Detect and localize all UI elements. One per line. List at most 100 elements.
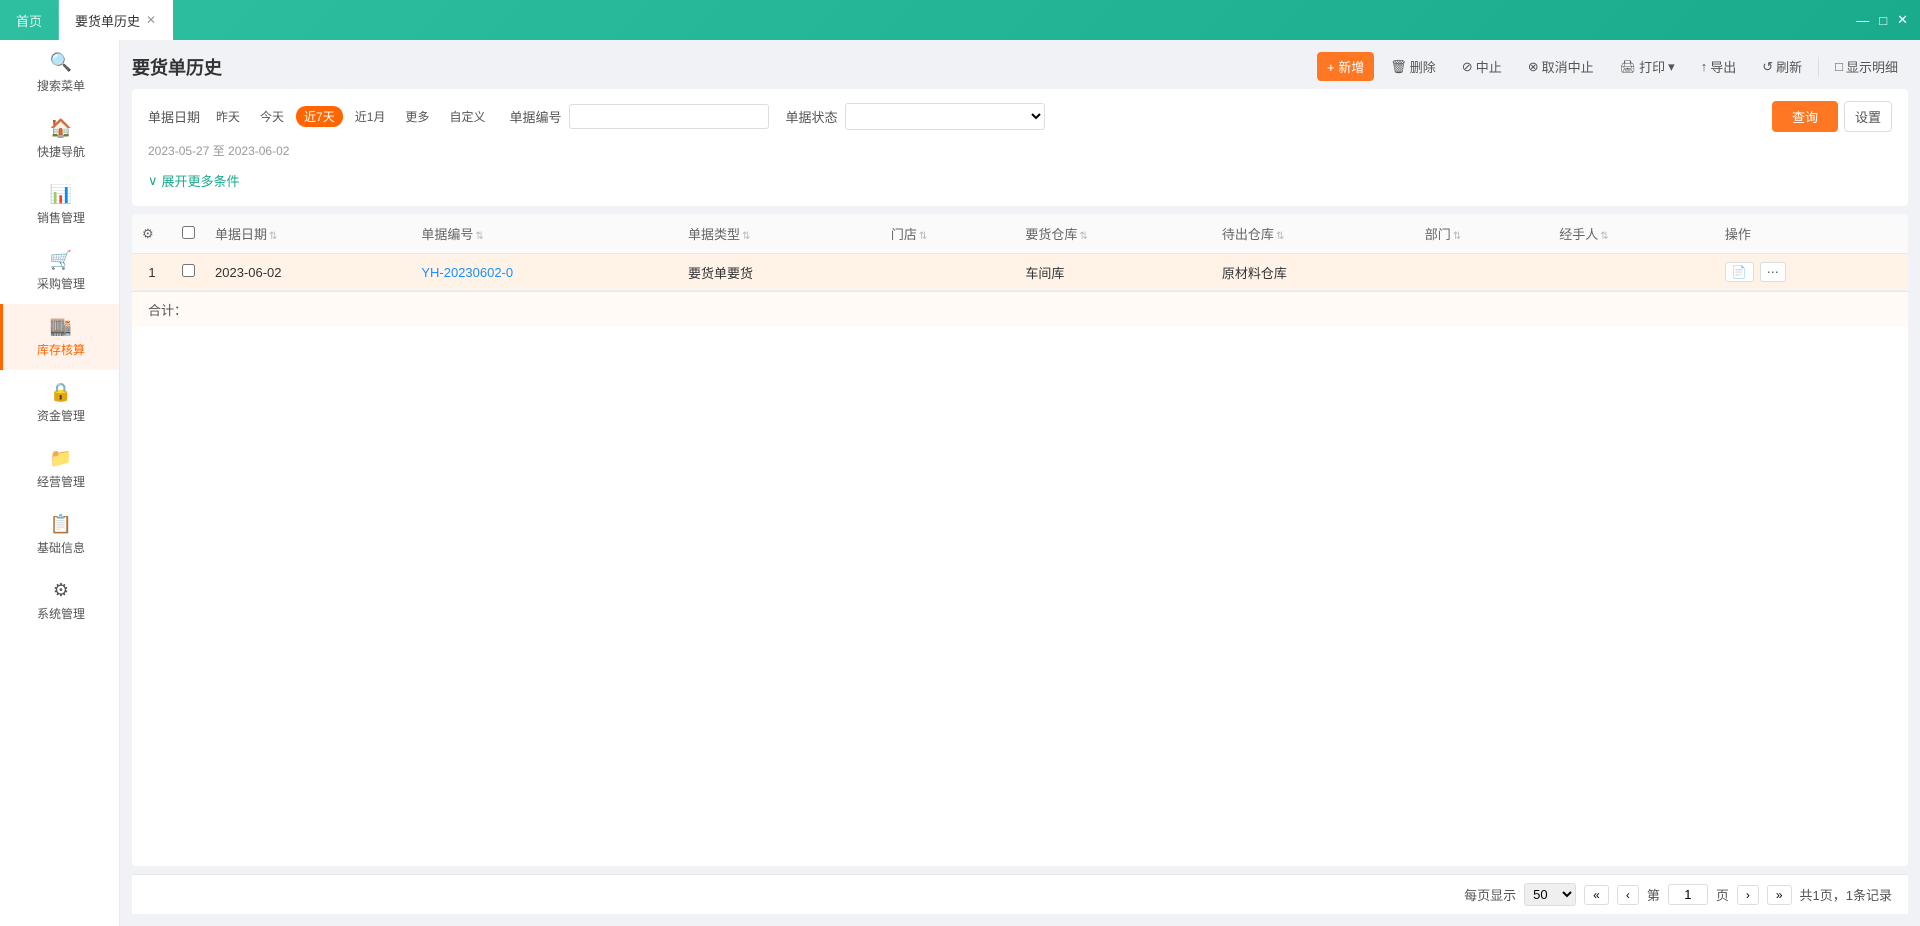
search-button[interactable]: 查询 bbox=[1772, 101, 1838, 132]
new-button[interactable]: + 新增 bbox=[1317, 52, 1374, 81]
sales-icon: 📊 bbox=[50, 184, 72, 205]
purchase-icon: 🛒 bbox=[50, 250, 72, 271]
td-handler bbox=[1549, 254, 1715, 291]
page-suffix: 页 bbox=[1716, 885, 1729, 904]
page-header: 要货单历史 + 新增 🗑 删除 ⊘ 中止 ⊗ 取消中止 🖨 bbox=[132, 52, 1908, 81]
sidebar-label-inventory: 库存核算 bbox=[37, 341, 85, 358]
table-header-row: ⚙ 单据日期⇅ 单据编号⇅ 单据类型⇅ 门店⇅ 要货仓库⇅ 待出仓库⇅ 部门⇅ … bbox=[132, 214, 1908, 254]
sort-order-no-icon: ⇅ bbox=[475, 231, 483, 242]
total-info: 共1页，1条记录 bbox=[1800, 885, 1892, 904]
system-icon: ⚙ bbox=[53, 580, 69, 601]
expand-more-btn[interactable]: ∨ 展开更多条件 bbox=[148, 167, 240, 194]
next-page-btn[interactable]: › bbox=[1737, 885, 1759, 905]
th-order-no[interactable]: 单据编号⇅ bbox=[411, 214, 678, 254]
sidebar-label-sales: 销售管理 bbox=[37, 209, 85, 226]
date-shortcut-custom[interactable]: 自定义 bbox=[441, 106, 493, 127]
select-all-checkbox[interactable] bbox=[182, 226, 195, 239]
th-checkbox[interactable] bbox=[172, 214, 205, 254]
sort-store-icon: ⇅ bbox=[919, 231, 927, 242]
td-order-no[interactable]: YH-20230602-0 bbox=[411, 254, 678, 291]
td-num: 1 bbox=[132, 254, 172, 291]
print-button[interactable]: 🖨 打印 ▾ bbox=[1610, 52, 1685, 81]
row-edit-btn[interactable]: 📄 bbox=[1725, 262, 1754, 282]
sidebar-item-finance[interactable]: 🔒 资金管理 bbox=[0, 370, 119, 436]
sidebar-item-sales[interactable]: 📊 销售管理 bbox=[0, 172, 119, 238]
th-handler[interactable]: 经手人⇅ bbox=[1549, 214, 1715, 254]
order-no-link[interactable]: YH-20230602-0 bbox=[421, 265, 513, 280]
minimize-btn[interactable]: — bbox=[1856, 13, 1869, 28]
export-icon: ↑ bbox=[1701, 59, 1708, 74]
base-info-icon: 📋 bbox=[50, 514, 72, 535]
date-shortcut-1month[interactable]: 近1月 bbox=[347, 106, 394, 127]
sidebar-item-purchase[interactable]: 🛒 采购管理 bbox=[0, 238, 119, 304]
tab-home[interactable]: 首页 bbox=[0, 0, 59, 40]
row-checkbox[interactable] bbox=[182, 264, 195, 277]
operation-icon: 📁 bbox=[50, 448, 72, 469]
row-actions: 📄 ⋯ bbox=[1725, 262, 1898, 282]
pagination-bar: 每页显示 50 10 20 100 « ‹ 第 页 › » 共1页，1条记录 bbox=[132, 874, 1908, 914]
th-settings[interactable]: ⚙ bbox=[132, 214, 172, 254]
th-date[interactable]: 单据日期⇅ bbox=[205, 214, 411, 254]
order-no-input[interactable] bbox=[569, 104, 769, 129]
prev-page-btn[interactable]: ‹ bbox=[1617, 885, 1639, 905]
close-tab-icon[interactable]: ✕ bbox=[146, 13, 156, 27]
date-shortcut-7days[interactable]: 近7天 bbox=[296, 106, 343, 127]
sidebar-item-inventory[interactable]: 🏬 库存核算 bbox=[0, 304, 119, 370]
finance-icon: 🔒 bbox=[50, 382, 72, 403]
sort-order-type-icon: ⇅ bbox=[742, 231, 750, 242]
td-date: 2023-06-02 bbox=[205, 254, 411, 291]
stop-button[interactable]: ⊘ 中止 bbox=[1452, 52, 1512, 81]
sidebar-item-quick-nav[interactable]: 🏠 快捷导航 bbox=[0, 106, 119, 172]
row-more-btn[interactable]: ⋯ bbox=[1760, 262, 1786, 282]
status-select[interactable] bbox=[845, 103, 1045, 130]
sort-req-wh-icon: ⇅ bbox=[1079, 231, 1087, 242]
sidebar: 🔍 搜索菜单 🏠 快捷导航 📊 销售管理 🛒 采购管理 🏬 库存核算 🔒 资金管… bbox=[0, 40, 120, 926]
th-req-warehouse[interactable]: 要货仓库⇅ bbox=[1015, 214, 1212, 254]
table-area: ⚙ 单据日期⇅ 单据编号⇅ 单据类型⇅ 门店⇅ 要货仓库⇅ 待出仓库⇅ 部门⇅ … bbox=[132, 214, 1908, 866]
settings-filter-button[interactable]: 设置 bbox=[1844, 101, 1892, 132]
date-filter-label: 单据日期 bbox=[148, 107, 200, 126]
sidebar-item-base-info[interactable]: 📋 基础信息 bbox=[0, 502, 119, 568]
td-pending-warehouse: 原材料仓库 bbox=[1212, 254, 1415, 291]
tab-order-history[interactable]: 要货单历史 ✕ bbox=[59, 0, 173, 40]
page-number-input[interactable] bbox=[1668, 884, 1708, 905]
inventory-icon: 🏬 bbox=[50, 316, 72, 337]
last-page-btn[interactable]: » bbox=[1767, 885, 1792, 905]
cancel-stop-icon: ⊗ bbox=[1528, 59, 1539, 75]
stop-icon: ⊘ bbox=[1462, 59, 1473, 75]
date-shortcut-today[interactable]: 今天 bbox=[252, 106, 292, 127]
display-detail-button[interactable]: □ 显示明细 bbox=[1825, 52, 1908, 81]
sort-pending-wh-icon: ⇅ bbox=[1276, 231, 1284, 242]
sidebar-item-system[interactable]: ⚙ 系统管理 bbox=[0, 568, 119, 634]
td-checkbox[interactable] bbox=[172, 254, 205, 291]
td-req-warehouse: 车间库 bbox=[1015, 254, 1212, 291]
sidebar-item-operation[interactable]: 📁 经营管理 bbox=[0, 436, 119, 502]
delete-icon: 🗑 bbox=[1390, 59, 1407, 75]
th-department[interactable]: 部门⇅ bbox=[1415, 214, 1550, 254]
top-bar: 首页 要货单历史 ✕ — □ ✕ bbox=[0, 0, 1920, 40]
per-page-select[interactable]: 50 10 20 100 bbox=[1524, 883, 1576, 906]
main-layout: 🔍 搜索菜单 🏠 快捷导航 📊 销售管理 🛒 采购管理 🏬 库存核算 🔒 资金管… bbox=[0, 40, 1920, 926]
sort-dept-icon: ⇅ bbox=[1453, 231, 1461, 242]
top-bar-right: — □ ✕ bbox=[1856, 12, 1920, 28]
export-button[interactable]: ↑ 导出 bbox=[1691, 52, 1747, 81]
th-pending-warehouse[interactable]: 待出仓库⇅ bbox=[1212, 214, 1415, 254]
th-order-type[interactable]: 单据类型⇅ bbox=[678, 214, 881, 254]
sidebar-label-search-menu: 搜索菜单 bbox=[37, 77, 85, 94]
td-department bbox=[1415, 254, 1550, 291]
th-store[interactable]: 门店⇅ bbox=[881, 214, 1016, 254]
sidebar-item-search-menu[interactable]: 🔍 搜索菜单 bbox=[0, 40, 119, 106]
sidebar-label-base-info: 基础信息 bbox=[37, 539, 85, 556]
cancel-stop-button[interactable]: ⊗ 取消中止 bbox=[1518, 52, 1604, 81]
close-btn[interactable]: ✕ bbox=[1897, 12, 1908, 28]
refresh-icon: ↺ bbox=[1762, 59, 1773, 75]
delete-button[interactable]: 🗑 删除 bbox=[1380, 52, 1446, 81]
date-shortcut-yesterday[interactable]: 昨天 bbox=[208, 106, 248, 127]
refresh-button[interactable]: ↺ 刷新 bbox=[1752, 52, 1812, 81]
sidebar-label-operation: 经营管理 bbox=[37, 473, 85, 490]
maximize-btn[interactable]: □ bbox=[1879, 13, 1887, 28]
first-page-btn[interactable]: « bbox=[1584, 885, 1609, 905]
sort-handler-icon: ⇅ bbox=[1600, 231, 1608, 242]
chevron-down-icon: ∨ bbox=[148, 173, 158, 189]
date-shortcut-more[interactable]: 更多 bbox=[397, 106, 437, 127]
